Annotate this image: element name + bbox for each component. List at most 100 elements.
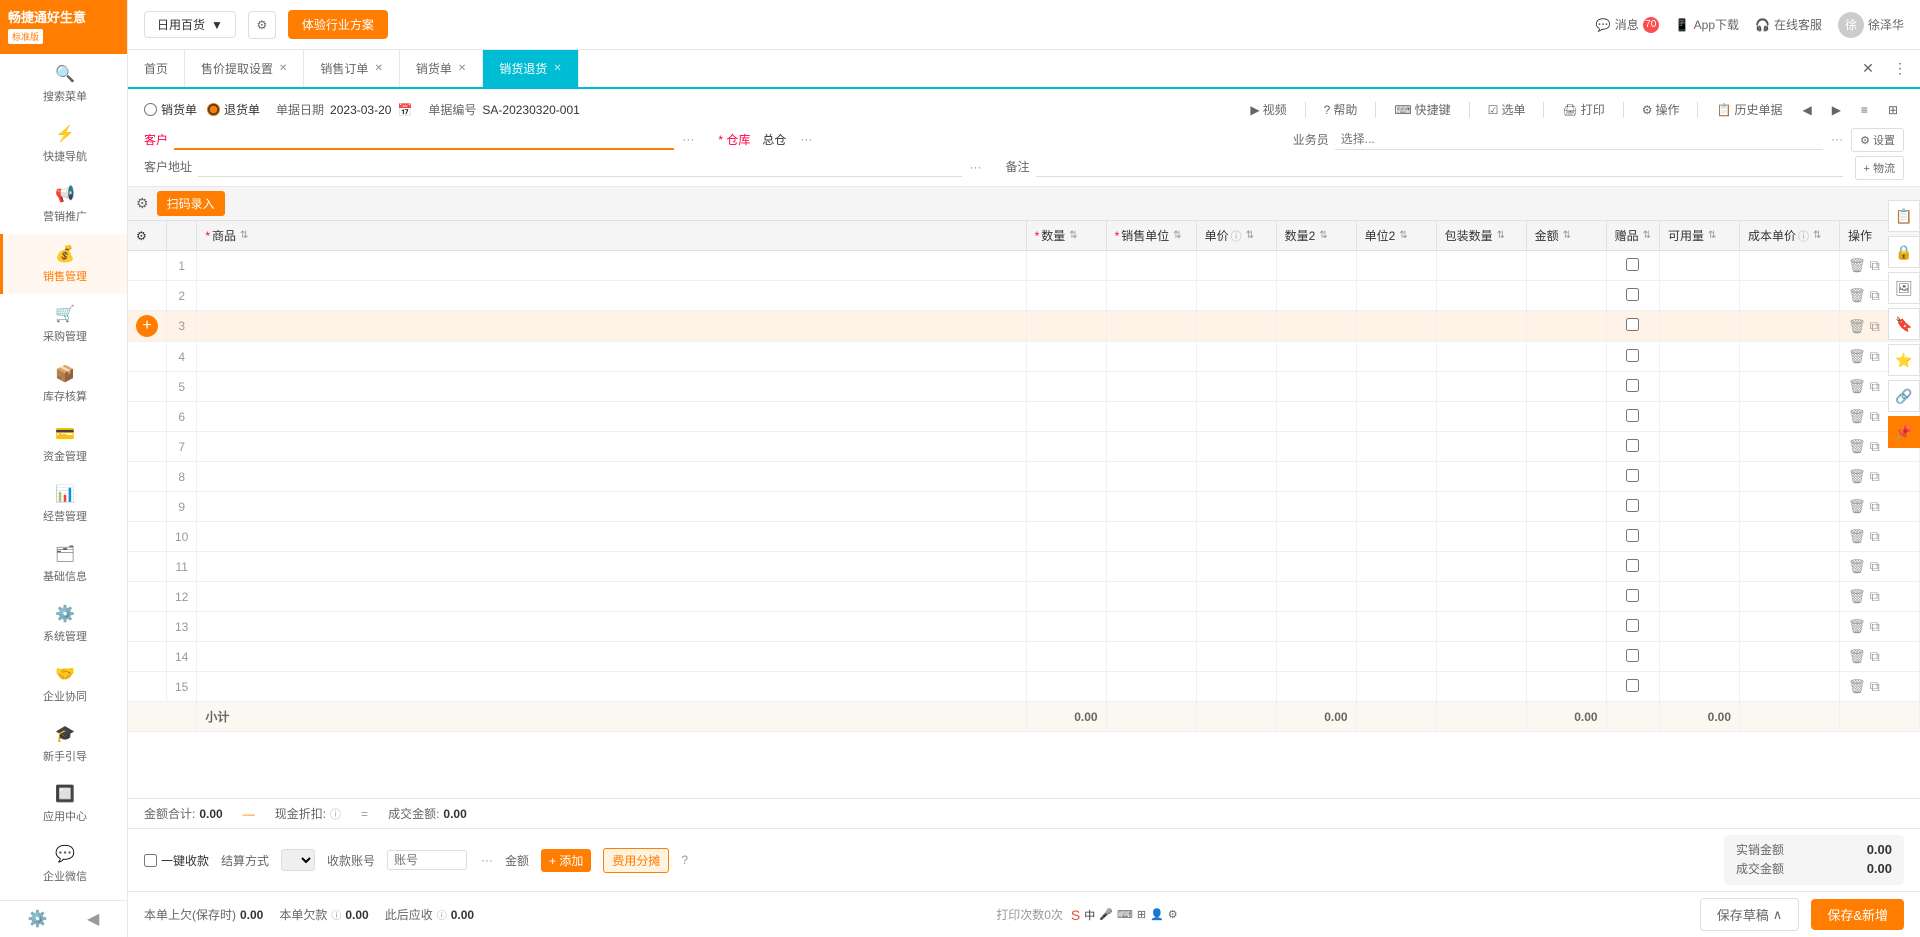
- copy-icon-4[interactable]: ⧉: [1870, 348, 1880, 365]
- copy-icon-1[interactable]: ⧉: [1870, 257, 1880, 274]
- radio-sale[interactable]: [144, 103, 157, 116]
- payment-help-icon[interactable]: ?: [681, 853, 688, 867]
- address-input[interactable]: [198, 156, 962, 177]
- calendar-icon[interactable]: 📅: [397, 103, 412, 117]
- row-qty-1[interactable]: [1026, 251, 1106, 281]
- product-sort-icon[interactable]: ⇅: [240, 230, 248, 241]
- save-draft-btn[interactable]: 保存草稿 ∧: [1700, 898, 1800, 931]
- one-click-payment-label[interactable]: 一键收款: [144, 852, 209, 869]
- date-value[interactable]: 2023-03-20: [330, 103, 391, 117]
- row-qty2-1[interactable]: [1276, 251, 1356, 281]
- row-price-1[interactable]: [1196, 251, 1276, 281]
- del-icon-14[interactable]: 🗑: [1848, 648, 1866, 665]
- row-pkg-1[interactable]: [1436, 251, 1526, 281]
- sidebar-item-sales[interactable]: 💰 销售管理: [0, 234, 127, 294]
- note-input[interactable]: [1036, 156, 1844, 177]
- logistics-btn[interactable]: + 物流: [1855, 156, 1904, 180]
- row-sale-unit-3[interactable]: [1106, 311, 1196, 342]
- del-icon-1[interactable]: 🗑: [1848, 257, 1866, 274]
- collapse-icon[interactable]: ◀: [87, 909, 99, 929]
- sidebar-item-inventory[interactable]: 📦 库存核算: [0, 354, 127, 414]
- row-product-3[interactable]: [197, 311, 1026, 342]
- row-available-2[interactable]: [1660, 281, 1740, 311]
- gift-checkbox-11[interactable]: [1626, 559, 1639, 572]
- price-sort-icon[interactable]: ⇅: [1246, 230, 1254, 241]
- sidebar-item-operations[interactable]: 📊 经营管理: [0, 474, 127, 534]
- del-icon-13[interactable]: 🗑: [1848, 618, 1866, 635]
- data-table-wrapper[interactable]: ⚙ * 商品 ⇅: [128, 221, 1920, 798]
- side-star-btn[interactable]: ⭐: [1888, 344, 1920, 376]
- del-icon-2[interactable]: 🗑: [1848, 287, 1866, 304]
- row-pkg-2[interactable]: [1436, 281, 1526, 311]
- copy-icon-13[interactable]: ⧉: [1870, 618, 1880, 635]
- tab-sale-price[interactable]: 售价提取设置 ✕: [185, 50, 304, 87]
- th-qty[interactable]: * 数量 ⇅: [1026, 221, 1106, 251]
- row-unit2-2[interactable]: [1356, 281, 1436, 311]
- copy-icon-12[interactable]: ⧉: [1870, 588, 1880, 605]
- history-btn[interactable]: 📋 历史单据: [1710, 99, 1788, 120]
- tab-close-all-btn[interactable]: ✕: [1856, 57, 1880, 81]
- side-bookmark-btn[interactable]: 🔖: [1888, 308, 1920, 340]
- settlement-select[interactable]: [281, 849, 315, 871]
- del-icon-4[interactable]: 🗑: [1848, 348, 1866, 365]
- radio-return[interactable]: [207, 103, 220, 116]
- radio-sale-label[interactable]: 销货单: [144, 101, 197, 118]
- sidebar-item-basic[interactable]: 🗂 基础信息: [0, 534, 127, 594]
- row-qty-2[interactable]: [1026, 281, 1106, 311]
- row-qty2-3[interactable]: [1276, 311, 1356, 342]
- sidebar-item-marketing[interactable]: 📢 营销推广: [0, 174, 127, 234]
- address-more-icon[interactable]: ···: [970, 160, 982, 174]
- row-amount-3[interactable]: [1526, 311, 1606, 342]
- copy-icon-15[interactable]: ⧉: [1870, 678, 1880, 695]
- gift-checkbox-5[interactable]: [1626, 379, 1639, 392]
- copy-icon-8[interactable]: ⧉: [1870, 468, 1880, 485]
- salesperson-more-icon[interactable]: ···: [1831, 132, 1843, 146]
- row-sale-unit-2[interactable]: [1106, 281, 1196, 311]
- radio-return-label[interactable]: 退货单: [207, 101, 260, 118]
- th-unit-price[interactable]: 单价 ⓘ ⇅: [1196, 221, 1276, 251]
- row-cost-1[interactable]: [1740, 251, 1840, 281]
- row-gift-1[interactable]: [1606, 251, 1659, 281]
- help-btn[interactable]: ? 帮助: [1318, 99, 1364, 120]
- sidebar-item-shortcut[interactable]: ⚡ 快捷导航: [0, 114, 127, 174]
- copy-icon-9[interactable]: ⧉: [1870, 498, 1880, 515]
- row-unit2-1[interactable]: [1356, 251, 1436, 281]
- gift-checkbox-10[interactable]: [1626, 529, 1639, 542]
- sidebar-item-newbie[interactable]: 🎓 新手引导: [0, 714, 127, 774]
- print-btn[interactable]: 🖨 打印: [1556, 99, 1610, 120]
- copy-icon-3[interactable]: ⧉: [1870, 318, 1880, 335]
- tab-menu-btn[interactable]: ⋮: [1888, 57, 1912, 81]
- gift-checkbox-7[interactable]: [1626, 439, 1639, 452]
- del-icon-7[interactable]: 🗑: [1848, 438, 1866, 455]
- tab-sale-delivery[interactable]: 销货单 ✕: [400, 50, 483, 87]
- th-gift[interactable]: 赠品 ⇅: [1606, 221, 1659, 251]
- row-cost-2[interactable]: [1740, 281, 1840, 311]
- video-btn[interactable]: ▶ 视频: [1244, 99, 1292, 120]
- th-amount[interactable]: 金额 ⇅: [1526, 221, 1606, 251]
- qty-sort-icon[interactable]: ⇅: [1069, 230, 1077, 241]
- side-link-btn[interactable]: 🔗: [1888, 380, 1920, 412]
- gift-checkbox-4[interactable]: [1626, 349, 1639, 362]
- row-price-3[interactable]: [1196, 311, 1276, 342]
- th-qty2[interactable]: 数量2 ⇅: [1276, 221, 1356, 251]
- side-active-btn[interactable]: 📌: [1888, 416, 1920, 448]
- row-unit2-3[interactable]: [1356, 311, 1436, 342]
- account-input[interactable]: [387, 850, 467, 870]
- del-icon-12[interactable]: 🗑: [1848, 588, 1866, 605]
- sidebar-item-system[interactable]: ⚙️ 系统管理: [0, 594, 127, 654]
- account-more-icon[interactable]: ···: [481, 853, 493, 867]
- save-new-btn[interactable]: 保存&新增: [1811, 899, 1904, 930]
- th-unit2[interactable]: 单位2 ⇅: [1356, 221, 1436, 251]
- row-add-btn-cell-3[interactable]: +: [128, 311, 167, 342]
- sidebar-item-purchase[interactable]: 🛒 采购管理: [0, 294, 127, 354]
- one-click-payment-checkbox[interactable]: [144, 854, 157, 867]
- del-icon-5[interactable]: 🗑: [1848, 378, 1866, 395]
- copy-icon-6[interactable]: ⧉: [1870, 408, 1880, 425]
- experience-btn[interactable]: 体验行业方案: [288, 10, 388, 39]
- gift-checkbox-8[interactable]: [1626, 469, 1639, 482]
- sidebar-item-enterprise[interactable]: 🤝 企业协同: [0, 654, 127, 714]
- copy-icon-10[interactable]: ⧉: [1870, 528, 1880, 545]
- next-btn[interactable]: ▶: [1826, 101, 1847, 119]
- add-row-btn[interactable]: +: [136, 315, 158, 337]
- customer-more-icon[interactable]: ···: [682, 132, 694, 146]
